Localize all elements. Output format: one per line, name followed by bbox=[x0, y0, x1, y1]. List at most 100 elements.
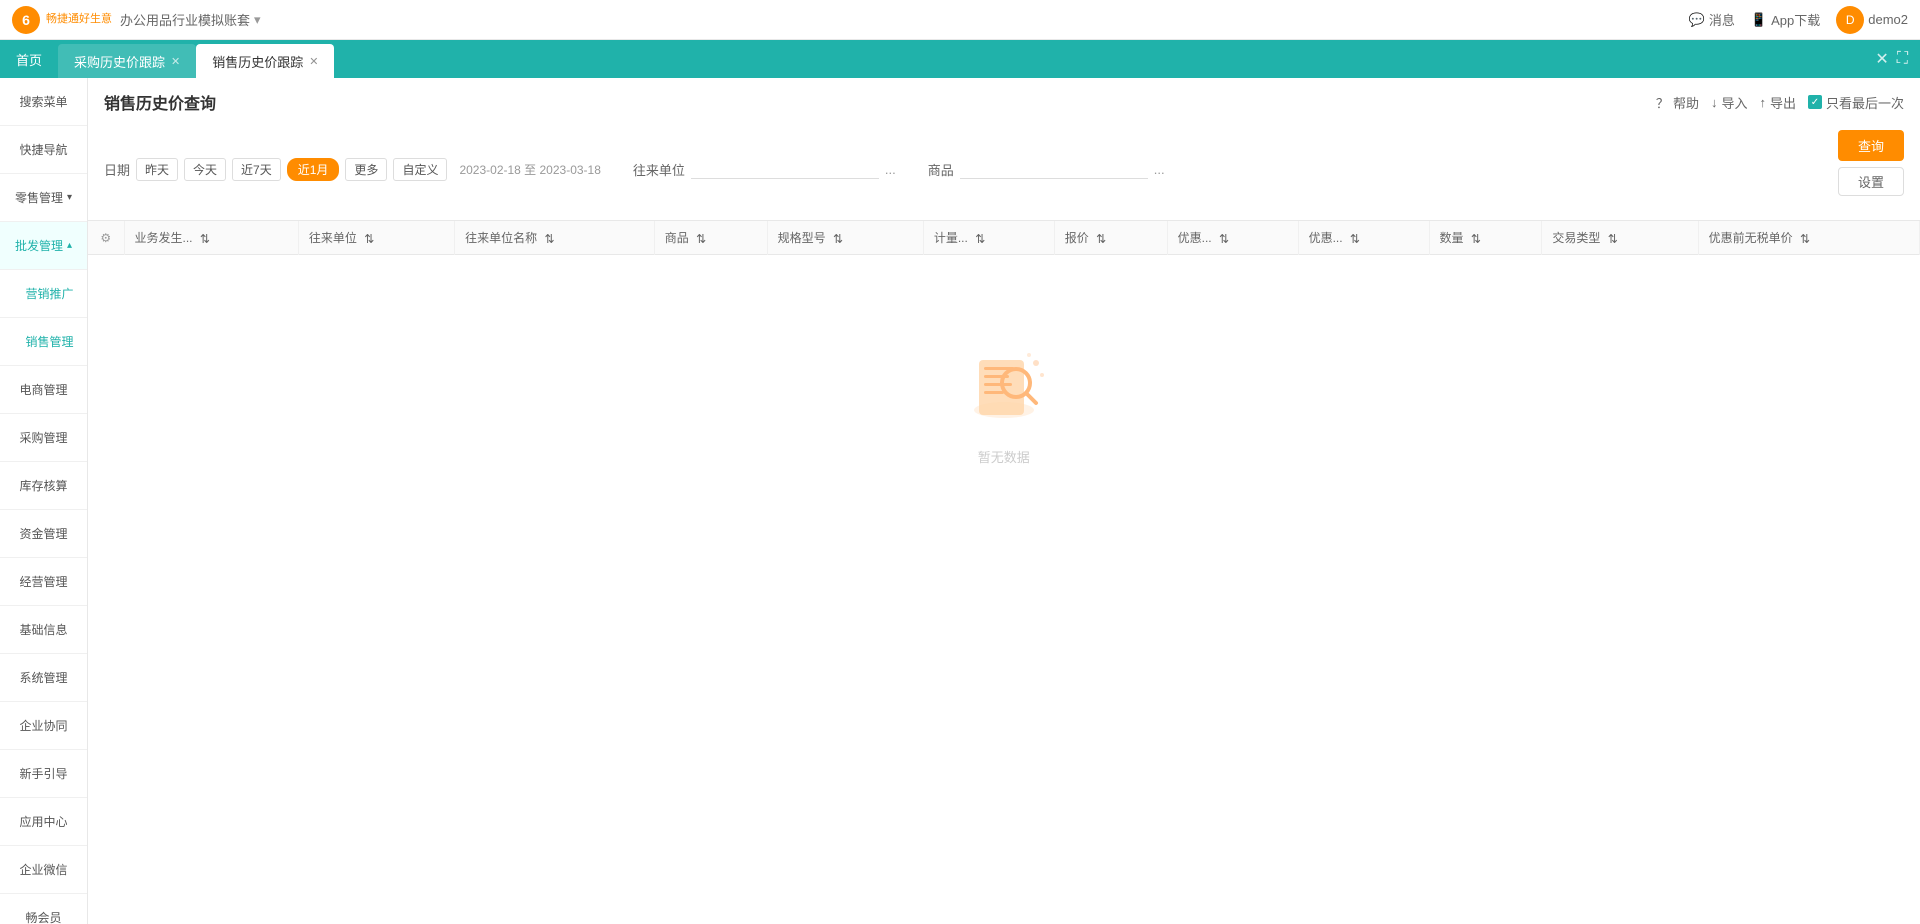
message-btn[interactable]: 💬 消息 bbox=[1689, 10, 1735, 29]
sort-icon: ⇅ bbox=[1096, 232, 1106, 246]
filter-area: 日期 昨天 今天 近7天 近1月 更多 自定义 2023-02-18 至 202… bbox=[104, 122, 1904, 220]
tab-purchase-history[interactable]: 采购历史价跟踪 ✕ bbox=[58, 44, 196, 78]
sort-icon: ⇅ bbox=[975, 232, 985, 246]
sidebar-item-finance-mgmt[interactable]: 资金管理 bbox=[0, 510, 87, 558]
sort-icon: ⇅ bbox=[696, 232, 706, 246]
date-btn-7days[interactable]: 近7天 bbox=[232, 158, 281, 181]
sort-icon: ⇅ bbox=[1608, 232, 1618, 246]
logo-icon: 6 bbox=[12, 6, 40, 34]
sidebar-item-basic-info[interactable]: 基础信息 bbox=[0, 606, 87, 654]
goods-dots[interactable]: ... bbox=[1154, 162, 1165, 177]
empty-state: 暂无数据 bbox=[88, 255, 1920, 546]
only-last-checkbox[interactable]: ✓ bbox=[1808, 95, 1822, 109]
sort-icon: ⇅ bbox=[544, 232, 554, 246]
sidebar: 搜索菜单 快捷导航 零售管理 ▾ 批发管理 ▴ 营销推广 销售管理 电商管理 采… bbox=[0, 78, 88, 924]
arrow-icon: ▴ bbox=[67, 240, 72, 251]
partner-dots[interactable]: ... bbox=[885, 162, 896, 177]
help-btn[interactable]: ？ 帮助 bbox=[1656, 93, 1699, 112]
page-header: 销售历史价查询 ？ 帮助 ↓ 导入 ↑ 导出 ✓ bbox=[88, 78, 1920, 221]
col-goods[interactable]: 商品 ⇅ bbox=[654, 221, 767, 255]
date-btn-today[interactable]: 今天 bbox=[184, 158, 226, 181]
date-range-text: 2023-02-18 至 2023-03-18 bbox=[459, 161, 600, 178]
col-quote[interactable]: 报价 ⇅ bbox=[1054, 221, 1167, 255]
col-discount1[interactable]: 优惠... ⇅ bbox=[1167, 221, 1298, 255]
sidebar-item-app-center[interactable]: 应用中心 bbox=[0, 798, 87, 846]
sidebar-item-ecom-mgmt[interactable]: 电商管理 bbox=[0, 366, 87, 414]
date-label: 日期 bbox=[104, 160, 130, 179]
logo-area: 6 畅捷通好生意 bbox=[12, 6, 112, 34]
sort-icon: ⇅ bbox=[833, 232, 843, 246]
settings-btn[interactable]: 设置 bbox=[1838, 167, 1904, 196]
help-icon: ？ bbox=[1656, 93, 1669, 112]
content-area: 销售历史价查询 ？ 帮助 ↓ 导入 ↑ 导出 ✓ bbox=[88, 78, 1920, 924]
sidebar-item-wholesale-mgmt[interactable]: 批发管理 ▴ bbox=[0, 222, 87, 270]
date-filter-group: 日期 昨天 今天 近7天 近1月 更多 自定义 bbox=[104, 158, 447, 181]
sidebar-item-enterprise-wechat[interactable]: 企业微信 bbox=[0, 846, 87, 894]
tab-close-purchase[interactable]: ✕ bbox=[171, 55, 180, 68]
sidebar-item-inventory[interactable]: 库存核算 bbox=[0, 462, 87, 510]
sidebar-item-sys-mgmt[interactable]: 系统管理 bbox=[0, 654, 87, 702]
col-settings[interactable]: ⚙ bbox=[88, 221, 124, 255]
col-spec[interactable]: 规格型号 ⇅ bbox=[767, 221, 923, 255]
gear-icon: ⚙ bbox=[100, 231, 111, 245]
col-biz-date[interactable]: 业务发生... ⇅ bbox=[124, 221, 298, 255]
sort-icon: ⇅ bbox=[1219, 232, 1229, 246]
avatar: D bbox=[1836, 6, 1864, 34]
col-discount2[interactable]: 优惠... ⇅ bbox=[1298, 221, 1429, 255]
col-unit[interactable]: 计量... ⇅ bbox=[923, 221, 1054, 255]
partner-input[interactable] bbox=[691, 159, 879, 179]
app-title: 办公用品行业模拟账套 ▾ bbox=[120, 10, 261, 29]
date-btn-yesterday[interactable]: 昨天 bbox=[136, 158, 178, 181]
sidebar-item-retail-mgmt[interactable]: 零售管理 ▾ bbox=[0, 174, 87, 222]
sidebar-item-ops-mgmt[interactable]: 经营管理 bbox=[0, 558, 87, 606]
tab-sales-history[interactable]: 销售历史价跟踪 ✕ bbox=[196, 44, 334, 78]
table-body: 暂无数据 bbox=[88, 255, 1920, 547]
date-btn-custom[interactable]: 自定义 bbox=[393, 158, 447, 181]
data-table: ⚙ 业务发生... ⇅ 往来单位 ⇅ 往来单位名称 ⇅ bbox=[88, 221, 1920, 546]
page-actions: ？ 帮助 ↓ 导入 ↑ 导出 ✓ 只看最后一次 bbox=[1656, 93, 1904, 112]
sidebar-item-purchase-mgmt[interactable]: 采购管理 bbox=[0, 414, 87, 462]
sort-icon: ⇅ bbox=[1471, 232, 1481, 246]
sidebar-item-member-club[interactable]: 畅会员 bbox=[0, 894, 87, 924]
tab-close-sales[interactable]: ✕ bbox=[309, 55, 318, 68]
sidebar-item-sales-mgmt[interactable]: 销售管理 bbox=[0, 318, 87, 366]
sidebar-item-quick-nav[interactable]: 快捷导航 bbox=[0, 126, 87, 174]
date-btn-more[interactable]: 更多 bbox=[345, 158, 387, 181]
goods-label: 商品 bbox=[928, 160, 954, 179]
sort-icon: ⇅ bbox=[364, 232, 374, 246]
phone-icon: 📱 bbox=[1751, 12, 1767, 28]
table-header-row: ⚙ 业务发生... ⇅ 往来单位 ⇅ 往来单位名称 ⇅ bbox=[88, 221, 1920, 255]
only-last-checkbox-label[interactable]: ✓ 只看最后一次 bbox=[1808, 93, 1904, 112]
col-partner-code[interactable]: 往来单位 ⇅ bbox=[298, 221, 454, 255]
main-layout: 搜索菜单 快捷导航 零售管理 ▾ 批发管理 ▴ 营销推广 销售管理 电商管理 采… bbox=[0, 78, 1920, 924]
dropdown-icon[interactable]: ▾ bbox=[254, 12, 261, 28]
col-pre-tax-price[interactable]: 优惠前无税单价 ⇅ bbox=[1698, 221, 1919, 255]
tab-home[interactable]: 首页 bbox=[0, 40, 58, 78]
top-bar: 6 畅捷通好生意 办公用品行业模拟账套 ▾ 💬 消息 📱 App下载 D dem… bbox=[0, 0, 1920, 40]
goods-input[interactable] bbox=[960, 159, 1148, 179]
col-partner-name[interactable]: 往来单位名称 ⇅ bbox=[455, 221, 655, 255]
query-btn[interactable]: 查询 bbox=[1838, 130, 1904, 161]
date-range-display: 2023-02-18 至 2023-03-18 bbox=[459, 161, 600, 178]
col-quantity[interactable]: 数量 ⇅ bbox=[1429, 221, 1542, 255]
sidebar-item-search-menu[interactable]: 搜索菜单 bbox=[0, 78, 87, 126]
sidebar-item-enterprise-coop[interactable]: 企业协同 bbox=[0, 702, 87, 750]
logo-text: 畅捷通好生意 bbox=[46, 12, 112, 26]
empty-illustration bbox=[954, 335, 1054, 435]
export-btn[interactable]: ↑ 导出 bbox=[1759, 93, 1796, 112]
empty-row: 暂无数据 bbox=[88, 255, 1920, 547]
sort-icon: ⇅ bbox=[1350, 232, 1360, 246]
user-menu[interactable]: D demo2 bbox=[1836, 6, 1908, 34]
goods-filter-group: 商品 ... bbox=[928, 159, 1165, 179]
app-download-btn[interactable]: 📱 App下载 bbox=[1751, 10, 1820, 29]
tab-bar-actions: ✕ ⛶ bbox=[1875, 49, 1920, 69]
close-window-btn[interactable]: ✕ bbox=[1875, 49, 1888, 69]
import-btn[interactable]: ↓ 导入 bbox=[1711, 93, 1748, 112]
date-btn-1month[interactable]: 近1月 bbox=[287, 158, 340, 181]
maximize-btn[interactable]: ⛶ bbox=[1897, 50, 1908, 68]
sort-icon: ⇅ bbox=[1800, 232, 1810, 246]
top-bar-left: 6 畅捷通好生意 办公用品行业模拟账套 ▾ bbox=[12, 6, 261, 34]
sidebar-item-marketing[interactable]: 营销推广 bbox=[0, 270, 87, 318]
col-trade-type[interactable]: 交易类型 ⇅ bbox=[1542, 221, 1698, 255]
sidebar-item-beginner-guide[interactable]: 新手引导 bbox=[0, 750, 87, 798]
